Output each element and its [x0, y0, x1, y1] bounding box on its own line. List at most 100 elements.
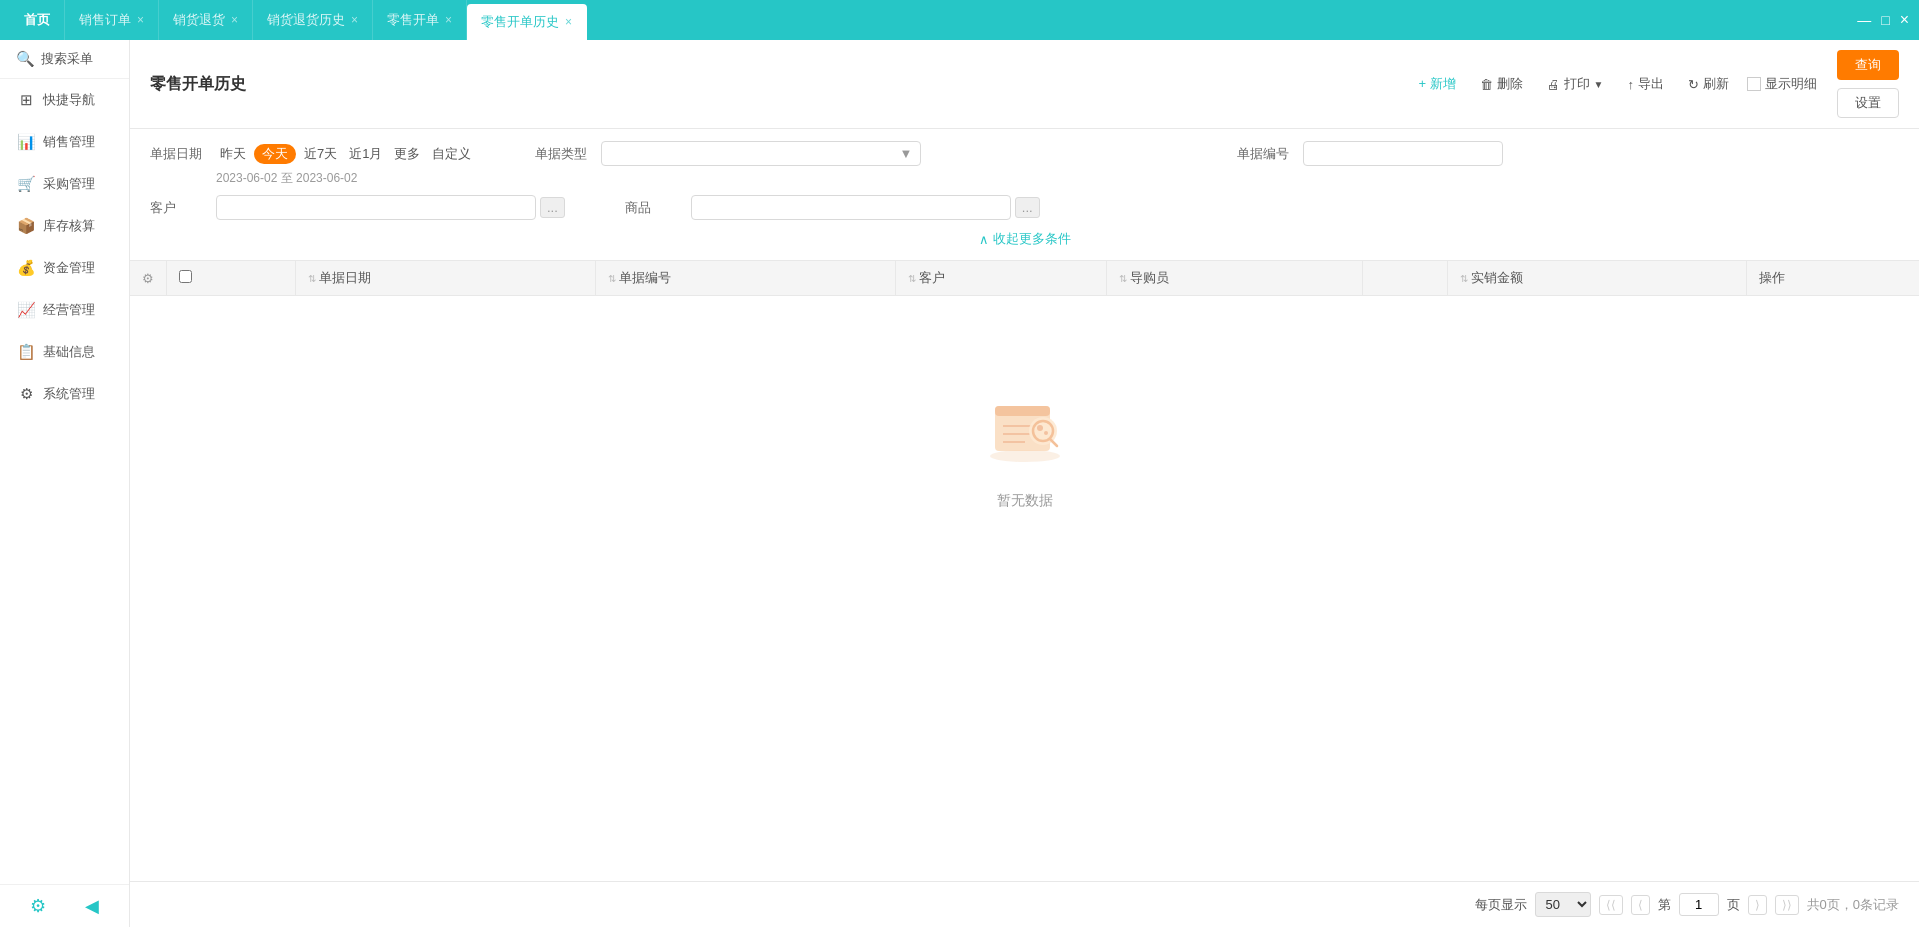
svg-point-9 [1037, 425, 1043, 431]
show-detail-checkbox[interactable] [1747, 77, 1761, 91]
tab-retail-open-history-close[interactable]: × [565, 15, 572, 29]
svg-rect-2 [995, 406, 1050, 416]
date-shortcuts: 昨天 今天 近7天 近1月 更多 自定义 [216, 144, 475, 164]
doc-no-input[interactable] [1303, 141, 1503, 166]
gear-icon[interactable]: ⚙ [142, 271, 154, 286]
empty-illustration [975, 376, 1075, 476]
date-yesterday[interactable]: 昨天 [216, 144, 250, 164]
sidebar-item-operations-label: 经营管理 [43, 301, 95, 319]
page-first-button[interactable]: ⟨⟨ [1599, 895, 1623, 915]
sidebar-item-finance[interactable]: 💰 资金管理 [0, 247, 129, 289]
top-bar: 首页 销售订单 × 销货退货 × 销货退货历史 × 零售开单 × 零售开单历史 … [0, 0, 1919, 40]
export-icon: ↑ [1628, 77, 1635, 92]
sidebar-item-sys-mgmt[interactable]: ⚙ 系统管理 [0, 373, 129, 415]
sort-amount-icon[interactable]: ⇅ [1460, 273, 1468, 284]
goods-label: 商品 [625, 199, 685, 217]
customer-input[interactable] [216, 195, 536, 220]
print-button[interactable]: 🖨 打印 ▼ [1541, 71, 1610, 97]
per-page-select[interactable]: 50 10 20 100 [1535, 892, 1591, 917]
date-1month[interactable]: 近1月 [345, 144, 386, 164]
sort-customer-icon[interactable]: ⇅ [908, 273, 916, 284]
date-7days[interactable]: 近7天 [300, 144, 341, 164]
collapse-more-label: 收起更多条件 [993, 230, 1071, 248]
sys-mgmt-icon: ⚙ [17, 385, 35, 403]
tab-sales-order[interactable]: 销售订单 × [65, 0, 159, 40]
th-gear[interactable]: ⚙ [130, 261, 167, 296]
tab-retail-open-label: 零售开单 [387, 11, 439, 29]
show-detail-toggle[interactable]: 显示明细 [1747, 75, 1817, 93]
tab-retail-open-history-label: 零售开单历史 [481, 13, 559, 31]
date-today[interactable]: 今天 [254, 144, 296, 164]
collapse-more-button[interactable]: ∧ 收起更多条件 [150, 230, 1899, 248]
tab-sales-order-label: 销售订单 [79, 11, 131, 29]
tab-sales-return[interactable]: 销货退货 × [159, 0, 253, 40]
purchase-mgmt-icon: 🛒 [17, 175, 35, 193]
window-maximize-icon[interactable]: □ [1881, 12, 1889, 28]
sort-guide-icon[interactable]: ⇅ [1119, 273, 1127, 284]
th-customer-label: 客户 [919, 269, 945, 287]
collapse-up-icon: ∧ [979, 232, 989, 247]
th-action: 操作 [1747, 261, 1919, 296]
window-minimize-icon[interactable]: — [1857, 12, 1871, 28]
tab-sales-order-close[interactable]: × [137, 13, 144, 27]
new-button-label: + 新增 [1418, 75, 1455, 93]
sidebar-item-finance-label: 资金管理 [43, 259, 95, 277]
main-layout: 🔍 搜索采单 ⊞ 快捷导航 📊 销售管理 🛒 采购管理 📦 库存核算 💰 资金管… [0, 40, 1919, 927]
page-next-button[interactable]: ⟩ [1748, 895, 1767, 915]
date-custom[interactable]: 自定义 [428, 144, 475, 164]
doc-type-label: 单据类型 [535, 145, 595, 163]
top-bar-right: — □ × [1857, 11, 1909, 29]
tab-sales-return-close[interactable]: × [231, 13, 238, 27]
sidebar: 🔍 搜索采单 ⊞ 快捷导航 📊 销售管理 🛒 采购管理 📦 库存核算 💰 资金管… [0, 40, 130, 927]
sidebar-item-sys-mgmt-label: 系统管理 [43, 385, 95, 403]
sidebar-item-inventory[interactable]: 📦 库存核算 [0, 205, 129, 247]
date-range-value: 2023-06-02 至 2023-06-02 [216, 171, 357, 185]
delete-button[interactable]: 🗑 删除 [1474, 71, 1529, 97]
sidebar-item-operations[interactable]: 📈 经营管理 [0, 289, 129, 331]
sidebar-collapse-icon[interactable]: ◀ [85, 895, 99, 917]
settings-button[interactable]: 设置 [1837, 88, 1899, 118]
window-close-icon[interactable]: × [1900, 11, 1909, 29]
date-more[interactable]: 更多 [390, 144, 424, 164]
page-prev-button[interactable]: ⟨ [1631, 895, 1650, 915]
filter-row-1: 单据日期 昨天 今天 近7天 近1月 更多 自定义 单据类型 ▼ [150, 141, 1899, 166]
new-button[interactable]: + 新增 [1412, 71, 1461, 97]
tab-retail-open[interactable]: 零售开单 × [373, 0, 467, 40]
sort-date-icon[interactable]: ⇅ [308, 273, 316, 284]
date-filter: 单据日期 昨天 今天 近7天 近1月 更多 自定义 [150, 144, 475, 164]
th-customer: ⇅ 客户 [895, 261, 1106, 296]
content-area: 零售开单历史 + 新增 🗑 删除 🖨 打印 ▼ ↑ 导出 [130, 40, 1919, 927]
sidebar-settings-icon[interactable]: ⚙ [30, 895, 46, 917]
sidebar-item-basic-info[interactable]: 📋 基础信息 [0, 331, 129, 373]
tab-bar: 首页 销售订单 × 销货退货 × 销货退货历史 × 零售开单 × 零售开单历史 … [10, 0, 1857, 40]
svg-point-10 [1044, 431, 1048, 435]
per-page-label: 每页显示 [1475, 896, 1527, 914]
page-last-button[interactable]: ⟩⟩ [1775, 895, 1799, 915]
tab-sales-return-history[interactable]: 销货退货历史 × [253, 0, 373, 40]
select-all-checkbox[interactable] [179, 270, 192, 283]
th-guide-label: 导购员 [1130, 269, 1169, 287]
sidebar-item-inventory-label: 库存核算 [43, 217, 95, 235]
customer-ellipsis-button[interactable]: ... [540, 197, 565, 218]
customer-filter: 客户 ... [150, 195, 565, 220]
export-button[interactable]: ↑ 导出 [1622, 71, 1671, 97]
page-suffix: 页 [1727, 896, 1740, 914]
doc-type-select[interactable]: ▼ [601, 141, 921, 166]
tab-retail-open-history[interactable]: 零售开单历史 × [467, 4, 587, 40]
goods-ellipsis-button[interactable]: ... [1015, 197, 1040, 218]
sidebar-item-sales-mgmt[interactable]: 📊 销售管理 [0, 121, 129, 163]
goods-input[interactable] [691, 195, 1011, 220]
page-title: 零售开单历史 [150, 74, 246, 95]
tab-sales-return-history-close[interactable]: × [351, 13, 358, 27]
refresh-button[interactable]: ↻ 刷新 [1682, 71, 1735, 97]
page-number-input[interactable] [1679, 893, 1719, 916]
search-icon: 🔍 [16, 50, 35, 68]
page-label: 第 [1658, 896, 1671, 914]
sidebar-search[interactable]: 🔍 搜索采单 [0, 40, 129, 79]
tab-retail-open-close[interactable]: × [445, 13, 452, 27]
sort-no-icon[interactable]: ⇅ [608, 273, 616, 284]
sidebar-item-purchase-mgmt[interactable]: 🛒 采购管理 [0, 163, 129, 205]
tab-home[interactable]: 首页 [10, 0, 65, 40]
sidebar-item-quick-nav[interactable]: ⊞ 快捷导航 [0, 79, 129, 121]
query-button[interactable]: 查询 [1837, 50, 1899, 80]
